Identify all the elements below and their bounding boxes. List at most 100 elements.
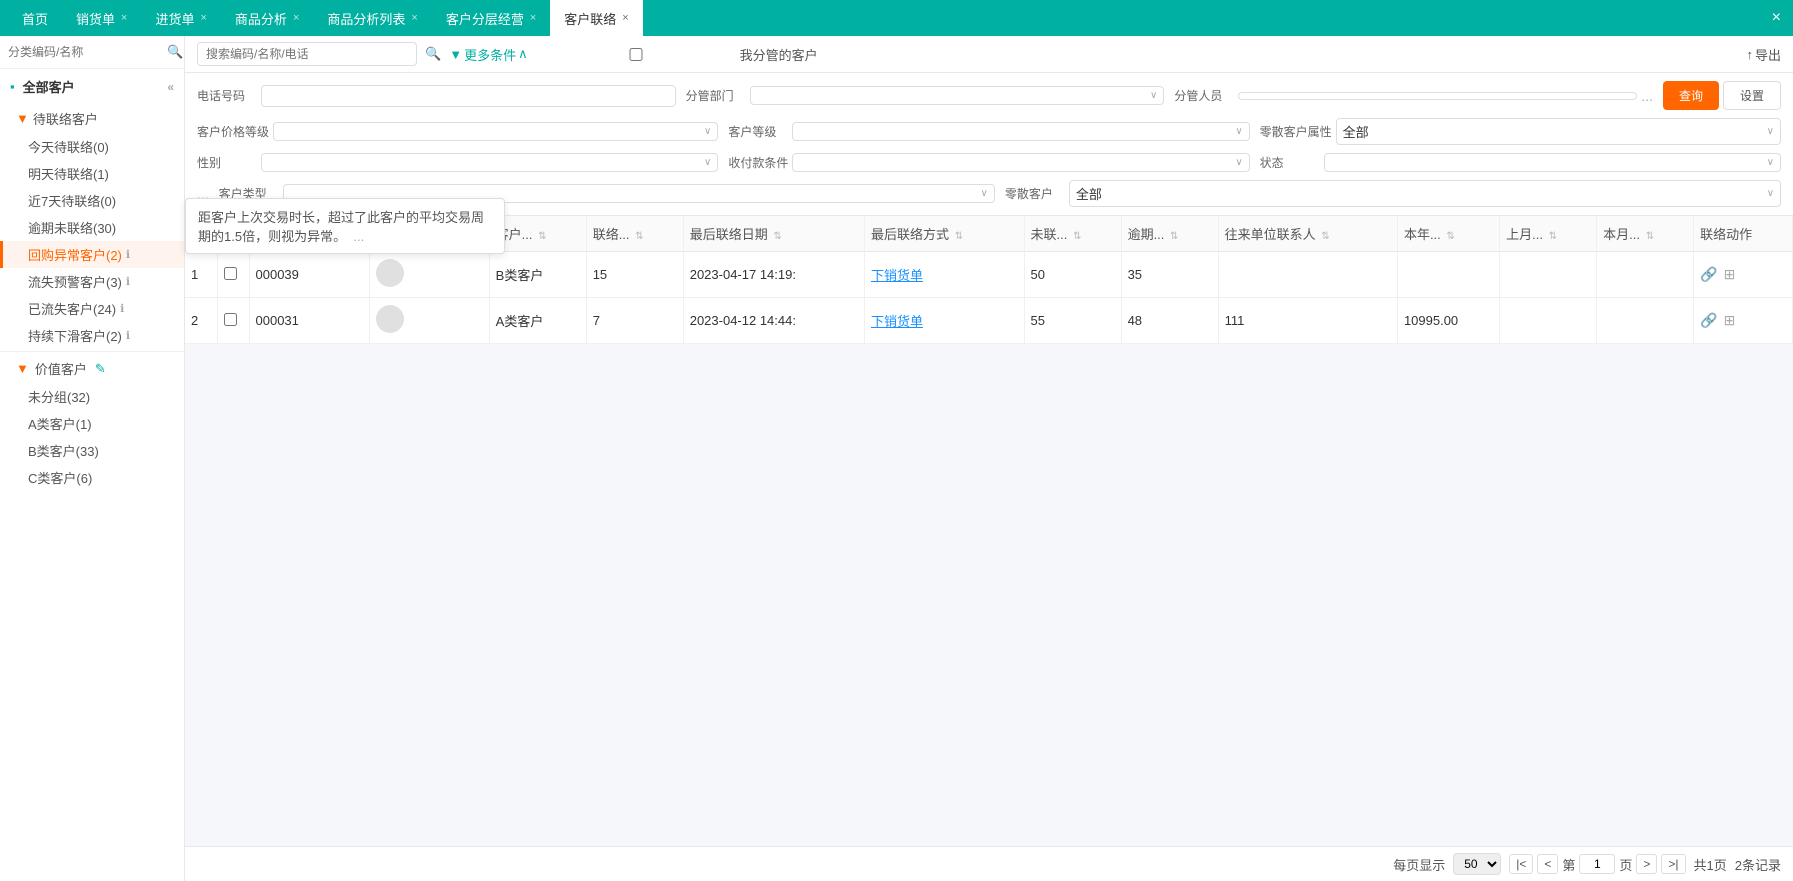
- page-nav: |< < 第 页 > >|: [1509, 854, 1685, 874]
- sidebar-item-lost-customers[interactable]: 已流失客户(24) ℹ: [0, 295, 184, 322]
- cell-actions-2: 🔗 ⊞: [1694, 298, 1793, 344]
- phone-input[interactable]: [261, 85, 676, 107]
- nav-home[interactable]: 首页: [8, 0, 62, 36]
- row1-checkbox[interactable]: [224, 267, 237, 280]
- nav-purchase-order[interactable]: 进货单 ×: [141, 0, 220, 36]
- per-page-select[interactable]: 50: [1453, 853, 1501, 875]
- sidebar-item-lost-forecast[interactable]: 流失预警客户(3) ℹ: [0, 268, 184, 295]
- filter-action-buttons: 查询 设置: [1663, 81, 1781, 110]
- action-icons-2: 🔗 ⊞: [1700, 312, 1786, 329]
- table-row: 2 000031 A类客户 7 2023-04-12 14:44: 下销货单 5…: [185, 298, 1793, 344]
- sidebar-item-repurchase-abnormal[interactable]: 回购异常客户(2) ℹ: [0, 241, 184, 268]
- action-grid-icon-1[interactable]: ⊞: [1724, 266, 1736, 283]
- person-dots[interactable]: ...: [1641, 88, 1653, 104]
- method-link-2[interactable]: 下销货单: [871, 314, 923, 329]
- close-product-analysis-list-icon[interactable]: ×: [411, 12, 417, 24]
- my-customers-checkbox[interactable]: 我分管的客户: [536, 45, 818, 64]
- last-date-sort-icon[interactable]: ⇅: [773, 231, 781, 242]
- contact-count-sort-icon[interactable]: ⇅: [635, 231, 643, 242]
- cell-check-1[interactable]: [217, 252, 249, 298]
- cell-method-1[interactable]: 下销货单: [864, 252, 1024, 298]
- prev-page-button[interactable]: <: [1537, 854, 1558, 874]
- row2-checkbox[interactable]: [224, 313, 237, 326]
- overdue-sort-icon[interactable]: ⇅: [1170, 231, 1178, 242]
- action-grid-icon-2[interactable]: ⊞: [1724, 312, 1736, 329]
- sidebar-item-declining-customers[interactable]: 持续下滑客户(2) ℹ: [0, 322, 184, 349]
- more-conditions-button[interactable]: ▼ 更多条件 ∧: [449, 45, 527, 64]
- cell-last-month-2: [1500, 298, 1597, 344]
- type-sort-icon[interactable]: ⇅: [538, 231, 546, 242]
- current-page-input[interactable]: [1579, 854, 1615, 874]
- sidebar-collapse-icon[interactable]: «: [167, 80, 174, 94]
- this-year-sort-icon[interactable]: ⇅: [1446, 231, 1454, 242]
- sidebar-search-icon[interactable]: 🔍: [167, 44, 183, 60]
- retail-customer-select[interactable]: 全部 ∨: [1069, 180, 1781, 207]
- query-button[interactable]: 查询: [1663, 81, 1719, 110]
- payment-select[interactable]: ∨: [792, 153, 1249, 172]
- last-method-sort-icon[interactable]: ⇅: [955, 231, 963, 242]
- sidebar-item-tomorrow-pending[interactable]: 明天待联络(1): [0, 160, 184, 187]
- dept-field: 分管部门 ∨: [686, 86, 1165, 105]
- cell-overdue-2: 48: [1121, 298, 1218, 344]
- close-sales-order-icon[interactable]: ×: [121, 12, 127, 24]
- close-customer-tier-icon[interactable]: ×: [530, 12, 536, 24]
- nav-customer-tier[interactable]: 客户分层经营 ×: [432, 0, 550, 36]
- nav-product-analysis[interactable]: 商品分析 ×: [221, 0, 313, 36]
- nav-customer-contact[interactable]: 客户联络 ×: [550, 0, 642, 36]
- this-month-sort-icon[interactable]: ⇅: [1646, 231, 1654, 242]
- sidebar-search-bar: 🔍: [0, 36, 184, 69]
- sidebar-item-class-b[interactable]: B类客户(33): [0, 437, 184, 464]
- nav-product-analysis-list[interactable]: 商品分析列表 ×: [313, 0, 431, 36]
- pending-contact-group[interactable]: ▼ 待联络客户: [0, 104, 184, 133]
- search-input[interactable]: [197, 42, 417, 66]
- cell-overdue-1: 35: [1121, 252, 1218, 298]
- price-level-select[interactable]: ∨: [273, 122, 718, 141]
- close-purchase-order-icon[interactable]: ×: [200, 12, 206, 24]
- retail-attr-select[interactable]: 全部 ∨: [1336, 118, 1781, 145]
- close-customer-contact-icon[interactable]: ×: [622, 12, 628, 24]
- value-group-header[interactable]: ▼ 价值客户 ✎: [0, 354, 184, 383]
- person-field: 分管人员 ...: [1174, 87, 1653, 104]
- sidebar-item-class-a[interactable]: A类客户(1): [0, 410, 184, 437]
- sidebar-item-class-c[interactable]: C类客户(6): [0, 464, 184, 491]
- action-link-icon-1[interactable]: 🔗: [1700, 266, 1717, 283]
- customer-level-select[interactable]: ∨: [792, 122, 1249, 141]
- person-select[interactable]: [1238, 92, 1637, 100]
- close-product-analysis-icon[interactable]: ×: [293, 12, 299, 24]
- cell-type-1: B类客户: [489, 252, 586, 298]
- last-page-button[interactable]: >|: [1661, 854, 1685, 874]
- filter-search-button[interactable]: 🔍: [425, 46, 441, 62]
- filter-row-1: 电话号码 分管部门 ∨ 分管人员 ...: [197, 81, 1781, 110]
- contacts-sort-icon[interactable]: ⇅: [1321, 231, 1329, 242]
- method-link-1[interactable]: 下销货单: [871, 268, 923, 283]
- export-button[interactable]: ↑ 导出: [1746, 45, 1781, 64]
- sidebar-search-input[interactable]: [8, 45, 163, 59]
- price-level-field: 客户价格等级 ∨: [197, 122, 718, 141]
- status-select[interactable]: ∨: [1324, 153, 1781, 172]
- next-page-button[interactable]: >: [1636, 854, 1657, 874]
- cell-last-month-1: [1500, 252, 1597, 298]
- table-scroll-container[interactable]: ⚙ 客户编码 ⇅ 客户名称 ⇅: [185, 216, 1793, 846]
- sidebar-item-7day-pending[interactable]: 近7天待联络(0): [0, 187, 184, 214]
- gender-field: 性别 ∨: [197, 153, 718, 172]
- sidebar-item-today-pending[interactable]: 今天待联络(0): [0, 133, 184, 160]
- top-nav: 首页 销货单 × 进货单 × 商品分析 × 商品分析列表 × 客户分层经营 × …: [0, 0, 1793, 36]
- cell-method-2[interactable]: 下销货单: [864, 298, 1024, 344]
- nav-sales-order[interactable]: 销货单 ×: [62, 0, 141, 36]
- my-customers-check[interactable]: [536, 48, 736, 61]
- cell-check-2[interactable]: [217, 298, 249, 344]
- value-group-edit-icon[interactable]: ✎: [95, 361, 106, 377]
- th-this-month: 本月... ⇅: [1597, 216, 1694, 252]
- filter-top-bar: 🔍 ▼ 更多条件 ∧ 我分管的客户 ↑ 导出: [185, 36, 1793, 73]
- first-page-button[interactable]: |<: [1509, 854, 1533, 874]
- last-month-sort-icon[interactable]: ⇅: [1549, 231, 1557, 242]
- dept-select[interactable]: ∨: [750, 86, 1165, 105]
- close-all-tabs-button[interactable]: ×: [1772, 9, 1781, 27]
- sidebar-item-unclassified[interactable]: 未分组(32): [0, 383, 184, 410]
- sidebar-item-overdue-pending[interactable]: 逾期未联络(30): [0, 214, 184, 241]
- settings-button[interactable]: 设置: [1723, 81, 1781, 110]
- all-customers-header[interactable]: ▪ 全部客户 «: [0, 69, 184, 104]
- gender-select[interactable]: ∨: [261, 153, 718, 172]
- action-link-icon-2[interactable]: 🔗: [1700, 312, 1717, 329]
- unlisted-sort-icon[interactable]: ⇅: [1073, 231, 1081, 242]
